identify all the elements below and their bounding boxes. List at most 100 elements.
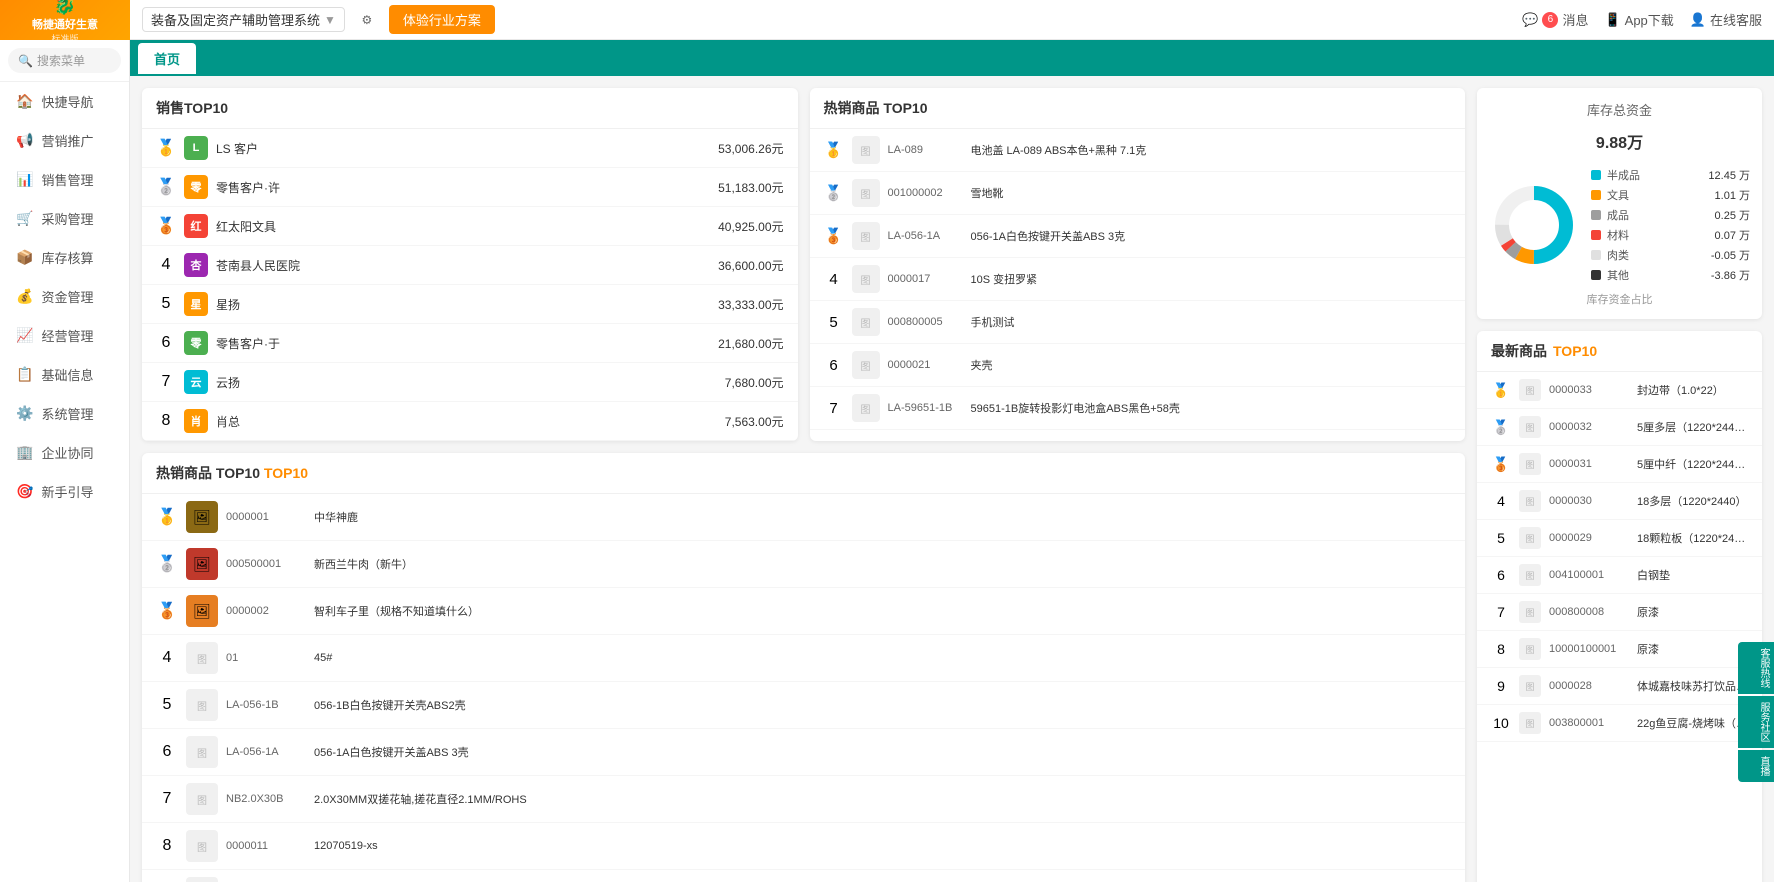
- product-thumb-placeholder: 图: [852, 394, 880, 422]
- legend-item: 半成品 12.45 万: [1591, 167, 1750, 183]
- rank-name: 零售客户·许: [216, 179, 710, 196]
- customer-rank-item: 🥉 红 红太阳文具 40,925.00元: [142, 207, 798, 246]
- sidebar-item-label: 企业协同: [41, 443, 93, 462]
- hot-product-right-item: 5 图 000800005 手机测试: [810, 301, 1466, 344]
- rank-name: 肖总: [216, 413, 717, 430]
- customer-rank-item: 8 肖 肖总 7,563.00元: [142, 402, 798, 441]
- product-small-thumb: 图: [1519, 564, 1541, 586]
- rank-name: 零售客户·于: [216, 335, 710, 352]
- float-buttons: 客服热线服务社区直播: [1738, 642, 1774, 782]
- rank-avatar: L: [184, 136, 208, 160]
- float-button[interactable]: 直播: [1738, 750, 1774, 782]
- product-name: 056-1A白色按键开关盖ABS 3克: [971, 228, 1452, 244]
- legend-dot: [1591, 250, 1601, 260]
- legend-dot: [1591, 210, 1601, 220]
- product-code: LA-056-1A: [226, 746, 306, 758]
- product-code: LA-056-1A: [888, 230, 963, 242]
- product-small-thumb: 图: [1519, 601, 1541, 623]
- product-thumb-placeholder: 图: [852, 308, 880, 336]
- customer-rank-item: 6 零 零售客户·于 21,680.00元: [142, 324, 798, 363]
- product-small-thumb: 图: [1519, 638, 1541, 660]
- float-button[interactable]: 客服热线: [1738, 642, 1774, 694]
- inventory-icon: 📦: [16, 249, 33, 266]
- product-small-thumb: 图: [1519, 453, 1541, 475]
- product-name: 白钢垫: [1637, 567, 1748, 583]
- sidebar-search-container[interactable]: 🔍 搜索菜单: [0, 40, 129, 82]
- customer-rank-item: 🥇 L LS 客户 53,006.26元: [142, 129, 798, 168]
- product-code: 0000021: [888, 359, 963, 371]
- hot-product-right-item: 🥉 图 LA-056-1A 056-1A白色按键开关盖ABS 3克: [810, 215, 1466, 258]
- product-name: 新西兰牛肉（新牛）: [314, 556, 1451, 572]
- inventory-subtitle: 库存资金占比: [1489, 291, 1750, 307]
- new-product-item: 6 图 004100001 白钢垫: [1477, 557, 1762, 594]
- tab-home[interactable]: 首页: [138, 43, 196, 74]
- sidebar-item-quick-nav[interactable]: 🏠 快捷导航: [0, 82, 129, 121]
- sidebar-item-operations[interactable]: 📈 经营管理: [0, 316, 129, 355]
- sidebar-item-guide[interactable]: 🎯 新手引导: [0, 472, 129, 511]
- product-name: 雪地靴: [971, 185, 1452, 201]
- product-code: LA-089: [888, 144, 963, 156]
- search-menu-label: 搜索菜单: [37, 52, 85, 69]
- legend-dot: [1591, 230, 1601, 240]
- product-code: 0000017: [888, 273, 963, 285]
- inventory-card: 库存总资金 9.88万: [1477, 88, 1762, 319]
- rank-value: 7,563.00元: [725, 413, 784, 430]
- sidebar-item-enterprise[interactable]: 🏢 企业协同: [0, 433, 129, 472]
- product-thumb-placeholder: 图: [852, 351, 880, 379]
- rank-icon: 🥈: [156, 554, 178, 574]
- new-product-item: 9 图 0000028 体城嘉枝味苏打饮品400毫升（1*15）: [1477, 668, 1762, 705]
- online-service-button[interactable]: 👤 在线客服: [1690, 10, 1762, 29]
- rank-icon: 4: [156, 649, 178, 667]
- rank-num-icon: 5: [824, 314, 844, 331]
- sidebar-item-system[interactable]: ⚙️ 系统管理: [0, 394, 129, 433]
- sidebar-item-basic-info[interactable]: 📋 基础信息: [0, 355, 129, 394]
- sidebar-item-finance[interactable]: 💰 资金管理: [0, 277, 129, 316]
- rank-icon: 5: [156, 696, 178, 714]
- brand-logo: 🐉 畅捷通好生意 标准版: [0, 0, 130, 40]
- rank-value: 51,183.00元: [718, 179, 783, 196]
- system-dropdown[interactable]: 装备及固定资产辅助管理系统 ▼: [142, 7, 345, 32]
- legend-item: 肉类 -0.05 万: [1591, 247, 1750, 263]
- rank-icon: 🥈: [1491, 419, 1511, 436]
- inventory-amount: 9.88万: [1489, 119, 1750, 159]
- sidebar-item-purchase[interactable]: 🛒 采购管理: [0, 199, 129, 238]
- sidebar-item-marketing[interactable]: 📢 营销推广: [0, 121, 129, 160]
- sidebar-item-inventory[interactable]: 📦 库存核算: [0, 238, 129, 277]
- product-name: 夹壳: [971, 357, 1452, 373]
- product-name: 智利车子里（规格不知道填什么）: [314, 603, 1451, 619]
- message-icon: 💬: [1522, 12, 1538, 28]
- new-products-card: 最新商品 TOP10 🥇 图 0000033 封边带（1.0*22） 🥈 图 0…: [1477, 331, 1762, 882]
- product-code: 0000002: [226, 605, 306, 617]
- product-thumb-placeholder: 图: [852, 136, 880, 164]
- sidebar: 🔍 搜索菜单 🏠 快捷导航 📢 营销推广 📊 销售管理 🛒 采购管理 📦 库存核…: [0, 40, 130, 882]
- message-label: 消息: [1562, 10, 1588, 29]
- product-name: 12070519-xs: [314, 840, 1451, 852]
- legend-label: 文具: [1607, 187, 1629, 203]
- product-name: 10S 变扭罗紧: [971, 271, 1452, 287]
- product-name: 原漆: [1637, 641, 1748, 657]
- rank-num-icon: 🥉: [824, 227, 844, 245]
- brand-title: 畅捷通好生意: [32, 16, 98, 32]
- hot-product-right-item: 6 图 0000021 夹壳: [810, 344, 1466, 387]
- search-menu-input[interactable]: 🔍 搜索菜单: [8, 48, 121, 73]
- legend-value: -0.05 万: [1711, 247, 1750, 263]
- sidebar-item-label: 新手引导: [41, 482, 93, 501]
- rank-num-icon: 4: [824, 271, 844, 288]
- product-code: LA-59651-1B: [888, 402, 963, 414]
- product-small-thumb: 图: [1519, 712, 1541, 734]
- sidebar-item-sales[interactable]: 📊 销售管理: [0, 160, 129, 199]
- product-thumb-placeholder: 图: [186, 689, 218, 721]
- rank-icon: 10: [1491, 715, 1511, 731]
- hot-product-item: 🥈 🖼 000500001 新西兰牛肉（新牛）: [142, 541, 1465, 588]
- phone-icon: 📱: [1604, 12, 1620, 28]
- legend-item: 文具 1.01 万: [1591, 187, 1750, 203]
- rank-icon: 9: [1491, 678, 1511, 694]
- rank-icon: 8: [156, 837, 178, 855]
- legend-dot: [1591, 170, 1601, 180]
- float-button[interactable]: 服务社区: [1738, 696, 1774, 748]
- legend-label: 半成品: [1607, 167, 1640, 183]
- settings-button[interactable]: ⚙: [353, 6, 381, 34]
- app-download-button[interactable]: 📱 App下载: [1604, 10, 1673, 29]
- message-button[interactable]: 💬 6 消息: [1522, 10, 1588, 29]
- trial-button[interactable]: 体验行业方案: [389, 5, 495, 34]
